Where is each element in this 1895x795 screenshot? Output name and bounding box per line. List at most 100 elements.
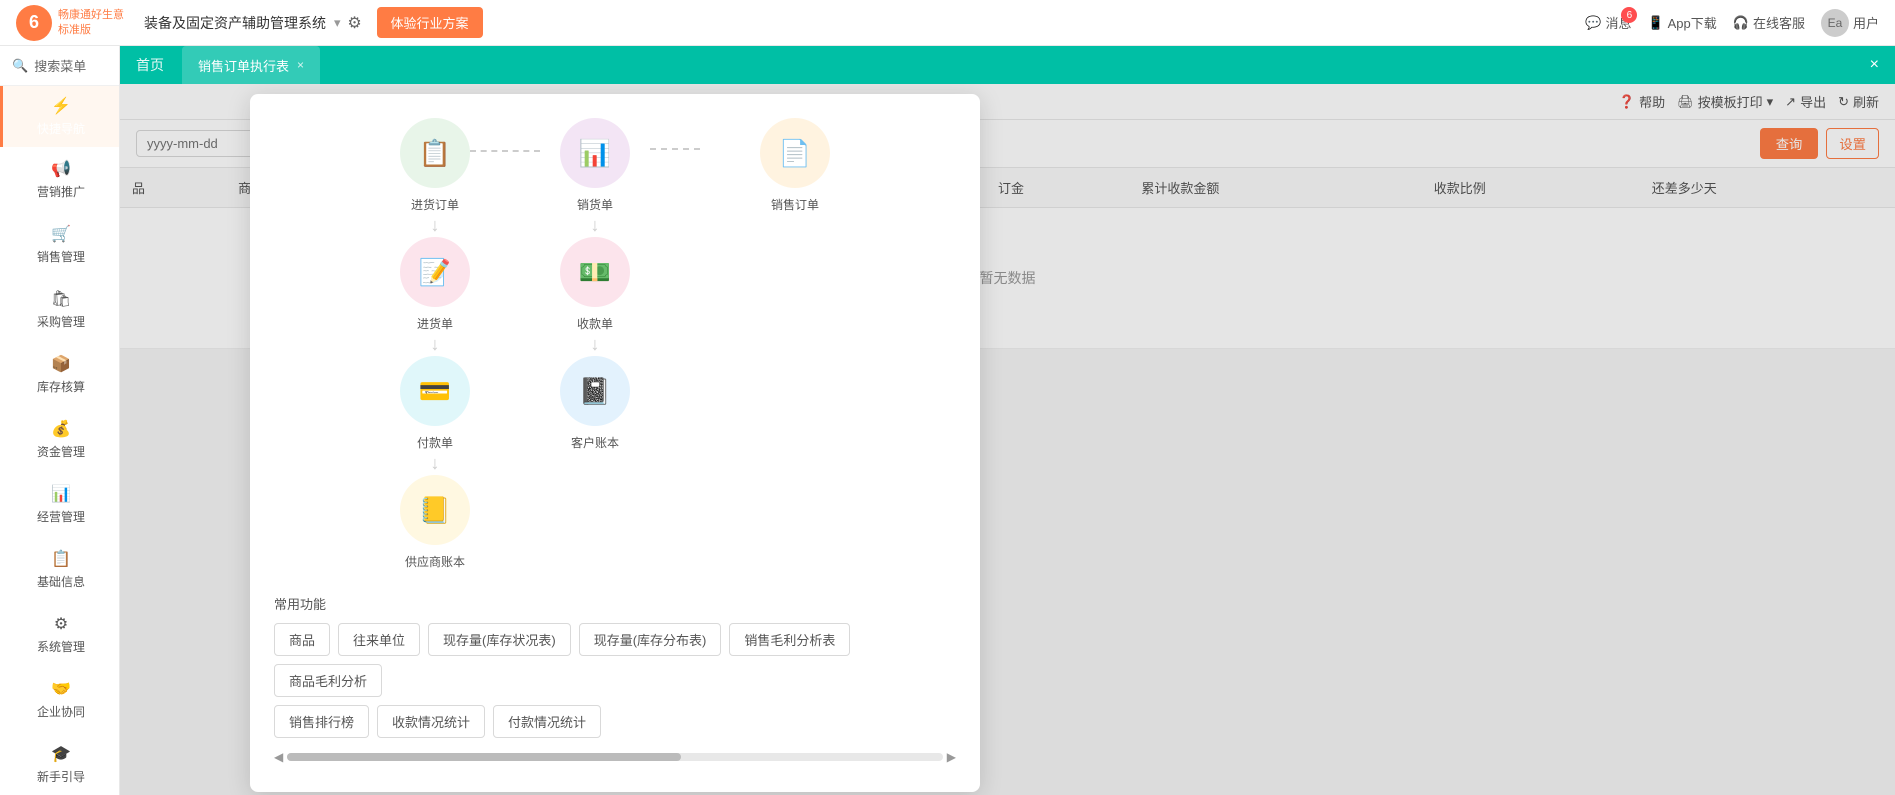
sidebar-item-operations[interactable]: 📊 经营管理	[0, 472, 119, 537]
sidebar-item-base-info[interactable]: 📋 基础信息	[0, 537, 119, 602]
arrow-down-4: ↓	[591, 213, 600, 237]
lightning-icon: ⚡	[51, 96, 71, 116]
sidebar-item-collab[interactable]: 🤝 企业协同	[0, 667, 119, 732]
user-menu[interactable]: Ea 用户	[1821, 9, 1879, 37]
system-title: 装备及固定资产辅助管理系统 ▾	[144, 13, 341, 33]
arrow-down-5: ↓	[591, 332, 600, 356]
supplier-ledger-circle: 📒	[400, 475, 470, 545]
app-download-button[interactable]: 📱 App下载	[1647, 13, 1716, 32]
gear-icon: ⚙	[54, 614, 68, 634]
scroll-thumb	[287, 753, 680, 761]
purchase-order-circle: 📋	[400, 118, 470, 188]
message-badge: 6	[1621, 7, 1637, 23]
node-sales-bill[interactable]: 📊 销货单	[560, 118, 630, 213]
sales-bill-circle: 📊	[560, 118, 630, 188]
megaphone-icon: 📢	[51, 159, 71, 179]
function-buttons: 商品 往来单位 现存量(库存状况表) 现存量(库存分布表) 销售毛利分析表 商品…	[274, 623, 956, 697]
purchase-bill-circle: 📝	[400, 237, 470, 307]
function-buttons-row2: 销售排行榜 收款情况统计 付款情况统计	[274, 705, 956, 738]
node-supplier-ledger[interactable]: 📒 供应商账本	[400, 475, 470, 570]
logo-text: 畅康通好生意 标准版	[58, 8, 124, 37]
sidebar: 🔍 搜索菜单 ⚡ 快捷导航 📢 营销推广 🛒 销售管理 🛍 采购管理 📦	[0, 46, 120, 795]
func-btn-receipt-stats[interactable]: 收款情况统计	[377, 705, 485, 738]
sidebar-item-system[interactable]: ⚙ 系统管理	[0, 602, 119, 667]
top-right-area: 💬 消息 6 📱 App下载 🎧 在线客服 Ea 用户	[1585, 9, 1879, 37]
flow-diagram: 📋 进货订单 ↓ 📝 进货单 ↓ 💳	[274, 118, 956, 570]
dashed-arrow-2	[650, 148, 700, 150]
bag-icon: 🛍	[51, 289, 71, 309]
func-btn-stock-status[interactable]: 现存量(库存状况表)	[428, 623, 571, 656]
graduate-icon: 🎓	[51, 744, 71, 764]
node-sales-order[interactable]: 📄 销售订单	[760, 118, 830, 213]
box-icon: 📦	[51, 354, 71, 374]
payment-label: 付款单	[417, 434, 453, 451]
sidebar-item-marketing[interactable]: 📢 营销推广	[0, 147, 119, 212]
headset-icon: 🎧	[1733, 15, 1749, 31]
modal-box: 📋 进货订单 ↓ 📝 进货单 ↓ 💳	[250, 94, 980, 792]
func-btn-stock-dist[interactable]: 现存量(库存分布表)	[579, 623, 722, 656]
purchase-order-label: 进货订单	[411, 196, 459, 213]
page-content: ❓ 帮助 🖨 按模板打印 ▾ ↗ 导出 ↻	[120, 84, 1895, 795]
system-name: 装备及固定资产辅助管理系统	[144, 13, 326, 33]
close-all-tabs-icon[interactable]: ×	[1870, 56, 1879, 74]
sales-bill-label: 销货单	[577, 196, 613, 213]
sidebar-item-quick-nav[interactable]: ⚡ 快捷导航	[0, 86, 119, 147]
func-btn-payment-stats[interactable]: 付款情况统计	[493, 705, 601, 738]
func-btn-goods[interactable]: 商品	[274, 623, 330, 656]
func-btn-goods-gross[interactable]: 商品毛利分析	[274, 664, 382, 697]
purchase-bill-label: 进货单	[417, 315, 453, 332]
tab-bar: 首页 销售订单执行表 × ×	[120, 46, 1895, 84]
node-payment[interactable]: 💳 付款单	[400, 356, 470, 451]
online-service-button[interactable]: 🎧 在线客服	[1733, 13, 1805, 32]
phone-icon: 📱	[1647, 15, 1663, 31]
node-purchase-bill[interactable]: 📝 进货单	[400, 237, 470, 332]
common-functions-title: 常用功能	[274, 594, 956, 613]
tab-close-icon[interactable]: ×	[297, 58, 304, 72]
message-button[interactable]: 💬 消息 6	[1585, 13, 1631, 32]
scroll-left-icon[interactable]: ◀	[274, 750, 283, 764]
node-customer-ledger[interactable]: 📓 客户账本	[560, 356, 630, 451]
dashed-arrow-1	[470, 150, 540, 152]
scroll-right-icon[interactable]: ▶	[947, 750, 956, 764]
func-btn-sales-gross[interactable]: 销售毛利分析表	[729, 623, 850, 656]
sales-order-circle: 📄	[760, 118, 830, 188]
customer-ledger-label: 客户账本	[571, 434, 619, 451]
logo-area: 6 畅康通好生意 标准版	[16, 5, 136, 41]
func-btn-sales-rank[interactable]: 销售排行榜	[274, 705, 369, 738]
chart-icon: 📊	[51, 484, 71, 504]
avatar: Ea	[1821, 9, 1849, 37]
message-icon: 💬	[1585, 15, 1601, 31]
settings-icon[interactable]: ⚙	[341, 9, 369, 37]
scroll-bar-area: ◀ ▶	[274, 746, 956, 768]
receipt-circle: 💵	[560, 237, 630, 307]
sidebar-item-newbie[interactable]: 🎓 新手引导	[0, 732, 119, 795]
search-menu-button[interactable]: 🔍 搜索菜单	[0, 46, 119, 86]
node-receipt[interactable]: 💵 收款单	[560, 237, 630, 332]
sidebar-item-sales[interactable]: 🛒 销售管理	[0, 212, 119, 277]
func-btn-units[interactable]: 往来单位	[338, 623, 420, 656]
trial-button[interactable]: 体验行业方案	[377, 7, 483, 38]
supplier-ledger-label: 供应商账本	[405, 553, 465, 570]
handshake-icon: 🤝	[51, 679, 71, 699]
modal-overlay: 📋 进货订单 ↓ 📝 进货单 ↓ 💳	[120, 84, 1895, 795]
sales-order-label: 销售订单	[771, 196, 819, 213]
list-icon: 📋	[51, 549, 71, 569]
logo-icon: 6	[16, 5, 52, 41]
sidebar-item-finance[interactable]: 💰 资金管理	[0, 407, 119, 472]
scroll-track[interactable]	[287, 753, 943, 761]
arrow-down-1: ↓	[431, 213, 440, 237]
search-icon: 🔍	[12, 58, 28, 74]
sidebar-item-inventory[interactable]: 📦 库存核算	[0, 342, 119, 407]
tab-home[interactable]: 首页	[120, 46, 180, 84]
receipt-label: 收款单	[577, 315, 613, 332]
arrow-down-2: ↓	[431, 332, 440, 356]
node-purchase-order[interactable]: 📋 进货订单	[400, 118, 470, 213]
common-functions-area: 常用功能 商品 往来单位 现存量(库存状况表) 现存量(库存分布表) 销售毛利分…	[274, 594, 956, 738]
arrow-down-3: ↓	[431, 451, 440, 475]
payment-circle: 💳	[400, 356, 470, 426]
tab-sales-execution[interactable]: 销售订单执行表 ×	[182, 46, 320, 84]
money-icon: 💰	[51, 419, 71, 439]
cart-icon: 🛒	[51, 224, 71, 244]
sidebar-item-purchase[interactable]: 🛍 采购管理	[0, 277, 119, 342]
customer-ledger-circle: 📓	[560, 356, 630, 426]
